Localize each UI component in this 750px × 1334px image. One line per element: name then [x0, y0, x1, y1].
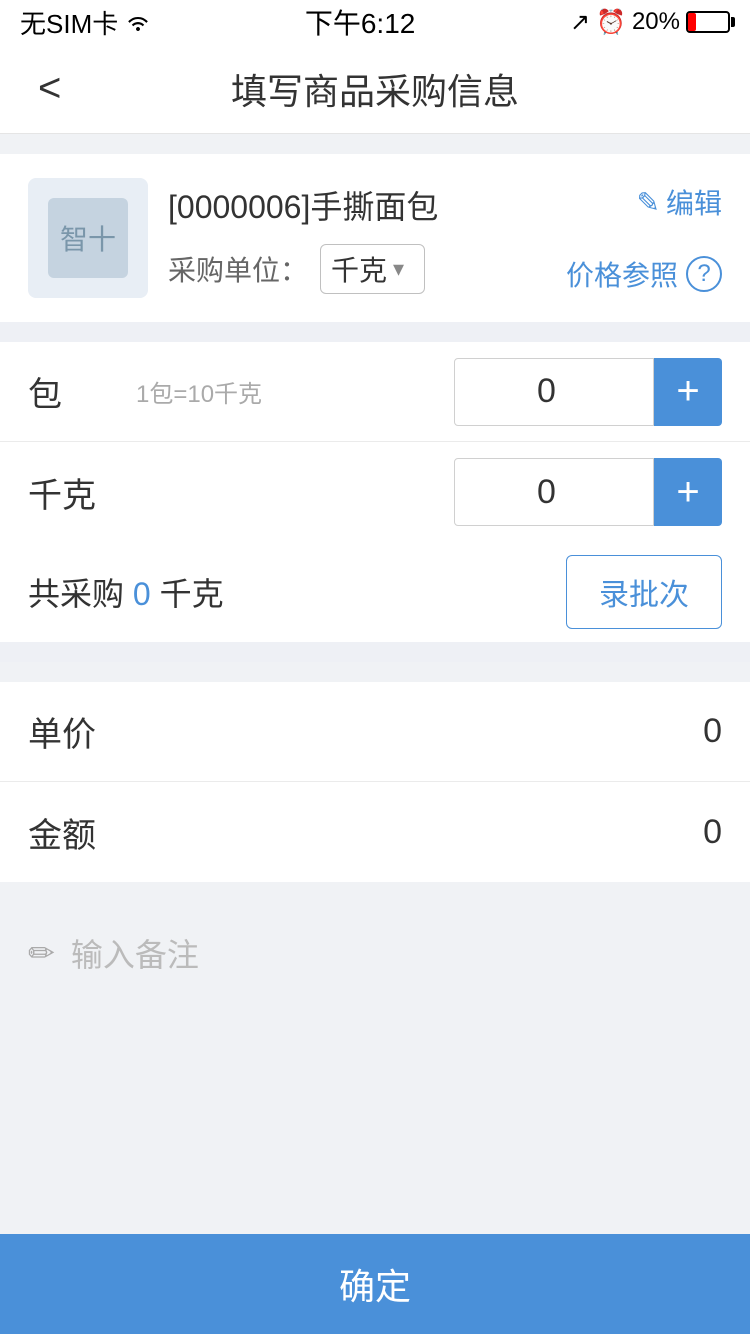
- kg-plus-button[interactable]: +: [654, 458, 722, 526]
- location-icon: ↗: [570, 8, 590, 37]
- kg-qty-wrap: +: [454, 458, 722, 526]
- kg-quantity-input[interactable]: [454, 458, 654, 526]
- pack-quantity-input[interactable]: [454, 358, 654, 426]
- chevron-down-icon: ▾: [393, 256, 404, 282]
- status-bar: 无SIM卡 下午6:12 ↗ ⏰ 20%: [0, 0, 750, 44]
- total-prefix: 共采购: [28, 576, 124, 612]
- unit-label: 采购单位：: [168, 249, 308, 289]
- page-title: 填写商品采购信息: [231, 63, 519, 115]
- product-thumb-inner: 智十: [48, 198, 128, 278]
- edit-label: 编辑: [666, 182, 722, 222]
- pack-plus-button[interactable]: +: [654, 358, 722, 426]
- kg-label: 千克: [28, 468, 128, 517]
- unit-value: 千克: [331, 249, 387, 289]
- product-card: 智十 [0000006]手撕面包 采购单位： 千克 ▾ ✎ 编辑 价格参照 ?: [0, 154, 750, 322]
- notes-placeholder: 输入备注: [71, 930, 199, 976]
- back-icon: <: [38, 66, 61, 110]
- total-unit-value: 千克: [160, 576, 224, 612]
- pack-sublabel: 1包=10千克: [136, 374, 262, 409]
- amount-row: 金额 0: [0, 782, 750, 882]
- battery-icon: [686, 11, 730, 33]
- help-icon: ?: [686, 256, 722, 292]
- pack-label: 包: [28, 367, 128, 416]
- bottom-space: [0, 1004, 750, 1204]
- confirm-button-label: 确定: [339, 1258, 411, 1310]
- unit-price-row: 单价 0: [0, 682, 750, 782]
- wifi-icon: [126, 7, 150, 38]
- record-batch-button[interactable]: 录批次: [566, 555, 722, 629]
- pack-input-row: 包 1包=10千克 +: [0, 342, 750, 442]
- pack-qty-wrap: +: [454, 358, 722, 426]
- status-right: ↗ ⏰ 20%: [570, 8, 730, 37]
- input-section: 包 1包=10千克 + 千克 +: [0, 342, 750, 542]
- section-divider-1: [0, 322, 750, 342]
- total-text: 共采购 0 千克: [28, 569, 224, 615]
- edit-icon: ✎: [637, 186, 660, 219]
- status-left: 无SIM卡: [20, 4, 150, 41]
- unit-price-label: 单价: [28, 707, 96, 756]
- carrier-label: 无SIM卡: [20, 4, 118, 41]
- kg-input-row: 千克 +: [0, 442, 750, 542]
- amount-label: 金额: [28, 808, 96, 857]
- pricing-section: 单价 0 金额 0: [0, 682, 750, 882]
- unit-select[interactable]: 千克 ▾: [320, 244, 425, 294]
- battery-fill: [688, 13, 696, 31]
- notes-section[interactable]: ✏ 输入备注: [0, 902, 750, 1004]
- status-time: 下午6:12: [305, 2, 416, 42]
- unit-price-value: 0: [703, 712, 722, 751]
- alarm-icon: ⏰: [596, 8, 626, 37]
- battery-percentage: 20%: [632, 8, 680, 36]
- price-reference-button[interactable]: 价格参照 ?: [566, 254, 722, 294]
- pencil-icon: ✏: [28, 934, 55, 972]
- section-divider-2: [0, 642, 750, 662]
- total-amount-value: 0: [133, 576, 151, 612]
- nav-bar: < 填写商品采购信息: [0, 44, 750, 134]
- edit-button[interactable]: ✎ 编辑: [637, 182, 722, 222]
- product-thumbnail: 智十: [28, 178, 148, 298]
- total-row: 共采购 0 千克 录批次: [0, 542, 750, 642]
- amount-value: 0: [703, 813, 722, 852]
- product-thumb-label: 智十: [60, 218, 116, 258]
- price-ref-label: 价格参照: [566, 254, 678, 294]
- back-button[interactable]: <: [28, 56, 71, 121]
- confirm-button[interactable]: 确定: [0, 1234, 750, 1334]
